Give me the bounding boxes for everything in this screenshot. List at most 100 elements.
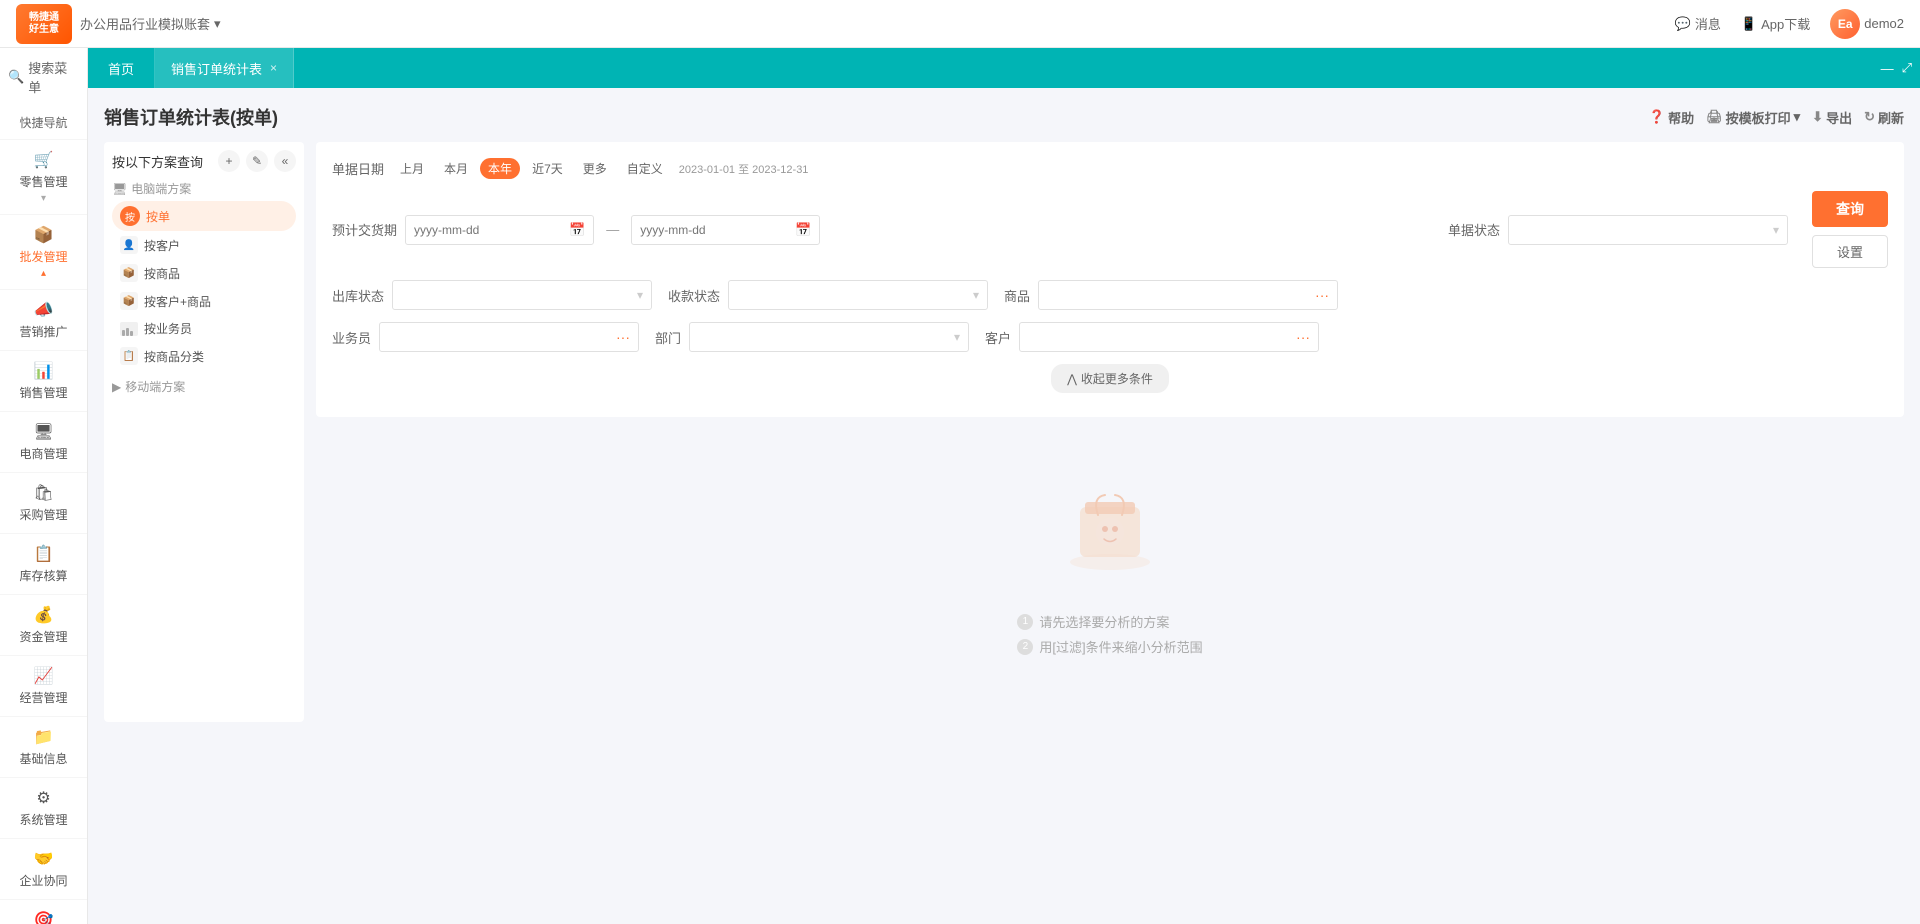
expected-date-end-input[interactable] (640, 223, 795, 237)
scheme-add-button[interactable]: + (218, 150, 240, 172)
mobile-scheme-category: ▶ 移动端方案 (112, 378, 296, 395)
scheme-item-by-product[interactable]: 📦 按商品 (112, 259, 296, 287)
customer-dots[interactable]: ··· (1296, 329, 1310, 345)
sidebar-item-enterprise[interactable]: 🤝 企业协同 (0, 839, 87, 900)
scheme-item-by-customer[interactable]: 👤 按客户 (112, 231, 296, 259)
customer-multi-select[interactable]: ··· (1019, 322, 1319, 352)
collapse-button[interactable]: ⋀ 收起更多条件 (1051, 364, 1169, 393)
purchase-icon: 🛍 (33, 483, 53, 503)
user-menu[interactable]: Ea demo2 (1830, 9, 1904, 39)
tab-close-icon[interactable]: × (270, 61, 277, 75)
date-filter-item: 单据日期 上月 本月 本年 近7天 更多 自定义 2023-01-01 至 20… (332, 158, 808, 179)
expected-date-label: 预计交货期 (332, 220, 397, 239)
tab-active-page[interactable]: 销售订单统计表 × (155, 48, 294, 88)
app-title: 办公用品行业模拟账套 (80, 14, 210, 33)
scheme-header-icons: + ✎ « (218, 150, 296, 172)
sidebar-item-finance[interactable]: 💰 资金管理 (0, 595, 87, 656)
scheme-item-by-salesperson[interactable]: 按业务员 (112, 315, 296, 342)
main-layout: 🔍 搜索菜单 快捷导航 🛒 零售管理 ▾ 📦 批发管理 ▴ 📣 营销推广 📊 销… (0, 48, 1920, 924)
sidebar-item-ecommerce[interactable]: 🖥 电商管理 (0, 412, 87, 473)
template-print-button[interactable]: 🖨 按模板打印 ▾ (1706, 108, 1800, 127)
order-status-item: 单据状态 ▾ (1448, 215, 1788, 245)
scheme-panel: 按以下方案查询 + ✎ « (104, 142, 304, 722)
expected-date-start-input[interactable] (414, 223, 569, 237)
scheme-collapse-button[interactable]: « (274, 150, 296, 172)
calendar-icon[interactable]: 📅 (569, 222, 585, 238)
app-download-button[interactable]: 📱 App下载 (1741, 14, 1810, 33)
date-range-text: 2023-01-01 至 2023-12-31 (679, 161, 809, 177)
sidebar-item-inventory[interactable]: 📋 库存核算 (0, 534, 87, 595)
category-icon: 📋 (120, 347, 138, 365)
order-status-label: 单据状态 (1448, 220, 1500, 239)
chevron-down-icon: ▾ (1773, 223, 1779, 237)
active-dot: 按 (120, 206, 140, 226)
sales-icon: 📊 (34, 361, 54, 381)
salesperson-dots[interactable]: ··· (616, 329, 630, 345)
settings-button[interactable]: 设置 (1812, 235, 1888, 268)
delivery-status-select[interactable]: ▾ (392, 280, 652, 310)
sidebar-item-operations[interactable]: 📈 经营管理 (0, 656, 87, 717)
search-menu-item[interactable]: 🔍 搜索菜单 (0, 48, 87, 106)
scheme-item-by-order[interactable]: 按 按单 (112, 201, 296, 231)
sidebar-item-wholesale[interactable]: 📦 批发管理 ▴ (0, 215, 87, 290)
product-multi-select[interactable]: ··· (1038, 280, 1338, 310)
salesperson-label: 业务员 (332, 328, 371, 347)
sidebar-item-sales[interactable]: 📊 销售管理 (0, 351, 87, 412)
salesperson-multi-select[interactable]: ··· (379, 322, 639, 352)
more-date-btn[interactable]: 更多 (575, 158, 615, 179)
custom-date-btn[interactable]: 自定义 (619, 158, 671, 179)
delivery-status-item: 出库状态 ▾ (332, 280, 652, 310)
help-button[interactable]: ❓ 帮助 (1649, 108, 1694, 127)
scheme-item-by-customer-product[interactable]: 📦 按客户+商品 (112, 287, 296, 315)
page-title-row: 销售订单统计表(按单) ❓ 帮助 🖨 按模板打印 ▾ ⬇ 导出 (104, 104, 1904, 130)
message-button[interactable]: 💬 消息 (1675, 14, 1721, 33)
department-label: 部门 (655, 328, 681, 347)
last7days-btn[interactable]: 近7天 (524, 158, 571, 179)
collapse-up-icon: ⋀ (1067, 372, 1077, 386)
empty-illustration (1050, 477, 1170, 596)
sidebar-item-basic-info[interactable]: 📁 基础信息 (0, 717, 87, 778)
scheme-header: 按以下方案查询 + ✎ « (112, 150, 296, 172)
export-button[interactable]: ⬇ 导出 (1812, 108, 1852, 127)
scheme-edit-button[interactable]: ✎ (246, 150, 268, 172)
expected-date-start[interactable]: 📅 (405, 215, 594, 245)
scheme-item-by-product-category[interactable]: 📋 按商品分类 (112, 342, 296, 370)
content-wrap: 首页 销售订单统计表 × — ⤢ 销售订单统计表(按单) ❓ 帮助 (88, 48, 1920, 924)
sidebar-item-retail[interactable]: 🛒 零售管理 ▾ (0, 140, 87, 215)
empty-tip-2: 2 用[过滤]条件来缩小分析范围 (1017, 637, 1202, 656)
chevron-down-icon-delivery: ▾ (637, 288, 643, 302)
sidebar-item-guide[interactable]: 🎯 新手引导 (0, 900, 87, 924)
department-select[interactable]: ▾ (689, 322, 969, 352)
last-month-btn[interactable]: 上月 (392, 158, 432, 179)
app-logo: 畅捷通 好生意 (16, 4, 72, 44)
tab-maximize-icon[interactable]: ⤢ (1902, 60, 1912, 76)
search-icon: 🔍 (8, 69, 24, 85)
tab-home[interactable]: 首页 (88, 48, 155, 88)
department-filter-item: 部门 ▾ (655, 322, 969, 352)
this-month-btn[interactable]: 本月 (436, 158, 476, 179)
sidebar: 🔍 搜索菜单 快捷导航 🛒 零售管理 ▾ 📦 批发管理 ▴ 📣 营销推广 📊 销… (0, 48, 88, 924)
expected-date-end[interactable]: 📅 (631, 215, 820, 245)
help-icon: ❓ (1649, 109, 1665, 125)
sidebar-item-purchase[interactable]: 🛍 采购管理 (0, 473, 87, 534)
filter-container: 按以下方案查询 + ✎ « (104, 142, 1904, 722)
message-icon: 💬 (1675, 16, 1691, 32)
order-status-select[interactable]: ▾ (1508, 215, 1788, 245)
query-button[interactable]: 查询 (1812, 191, 1888, 227)
sidebar-item-marketing[interactable]: 📣 营销推广 (0, 290, 87, 351)
payment-status-select[interactable]: ▾ (728, 280, 988, 310)
refresh-button[interactable]: ↻ 刷新 (1864, 108, 1904, 127)
sidebar-item-system[interactable]: ⚙ 系统管理 (0, 778, 87, 839)
product-icon: 📦 (120, 264, 138, 282)
topbar-left: 畅捷通 好生意 办公用品行业模拟账套 ▾ (16, 4, 221, 44)
app-selector[interactable]: 办公用品行业模拟账套 ▾ (80, 14, 221, 33)
empty-tip-1: 1 请先选择要分析的方案 (1017, 612, 1202, 631)
monitor-icon: 🖥 (112, 182, 127, 196)
date-filter-buttons: 上月 本月 本年 近7天 更多 自定义 2023-01-01 至 2023-12… (392, 158, 808, 179)
quick-nav-item[interactable]: 快捷导航 (0, 106, 87, 140)
tab-minimize-icon[interactable]: — (1881, 61, 1894, 76)
multi-select-dots[interactable]: ··· (1315, 287, 1329, 303)
date-label: 单据日期 (332, 159, 384, 178)
this-year-btn[interactable]: 本年 (480, 158, 520, 179)
calendar-icon-2[interactable]: 📅 (795, 222, 811, 238)
